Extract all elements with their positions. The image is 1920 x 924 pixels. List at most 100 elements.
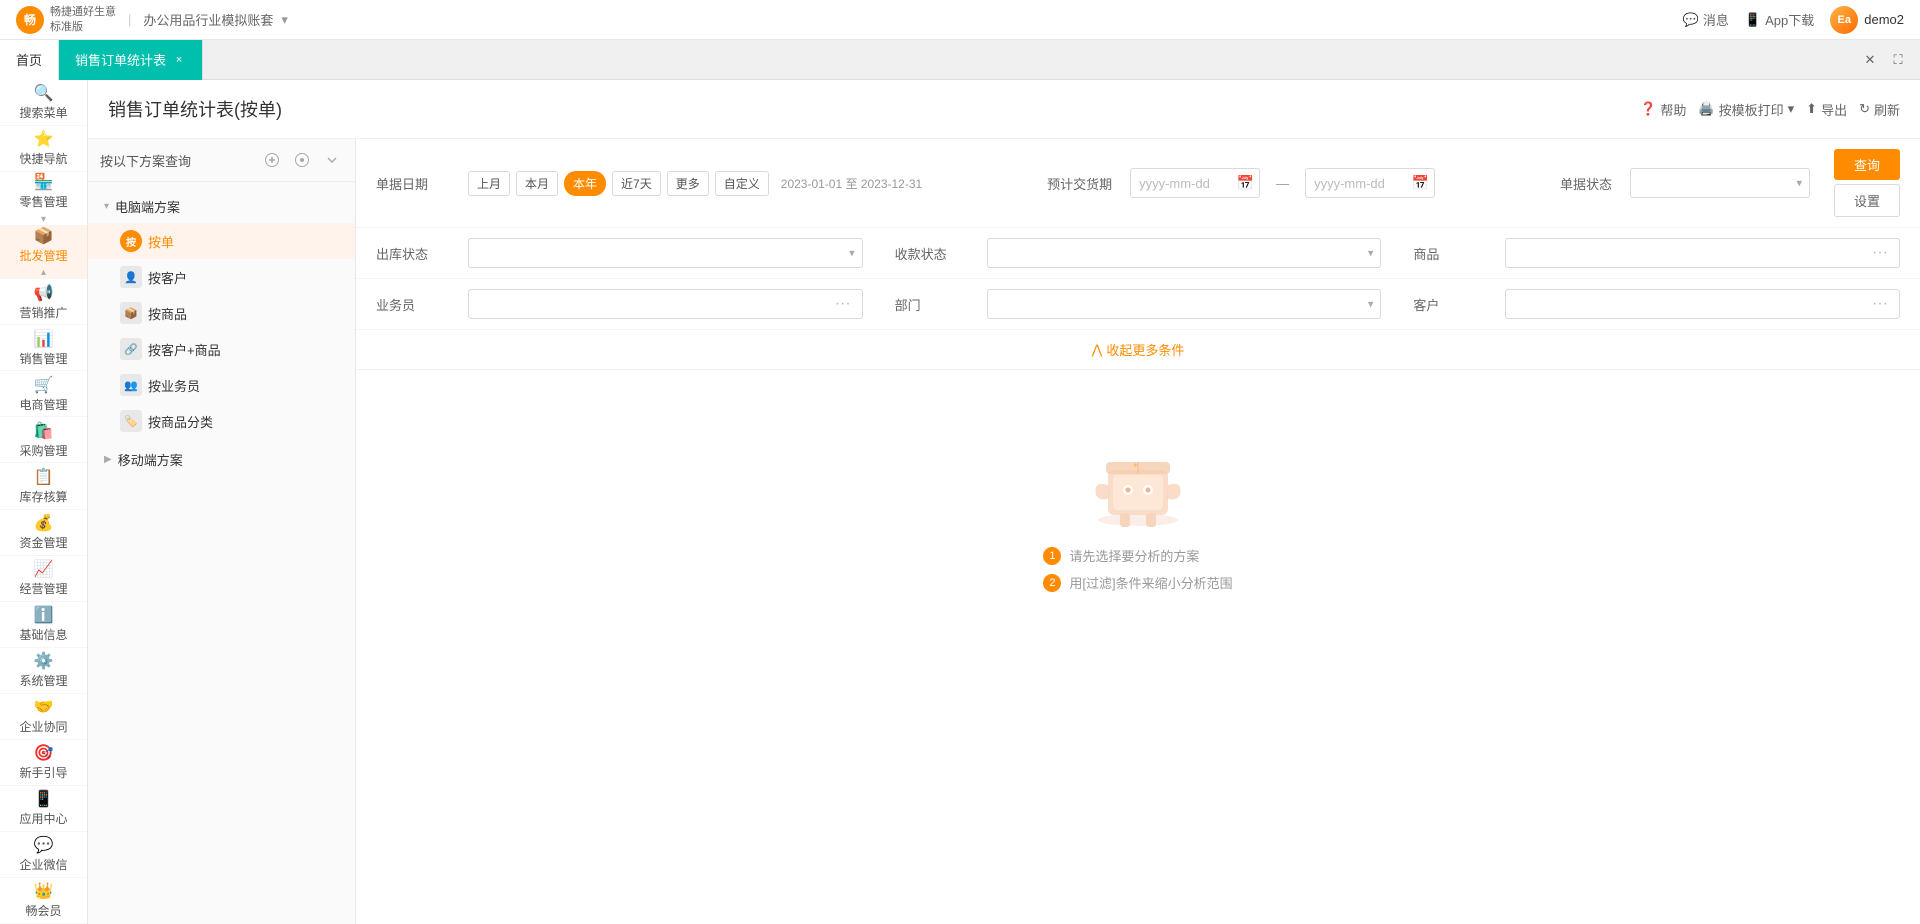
sidebar-item-newbie[interactable]: 🎯 新手引导 [0,740,87,786]
page-title: 销售订单统计表(按单) [108,96,282,138]
customer-more-icon[interactable]: ··· [1866,295,1894,313]
tree-item-by-staff[interactable]: 👥 按业务员 [88,367,355,403]
query-button[interactable]: 查询 [1834,149,1900,180]
sidebar-item-search[interactable]: 🔍 搜索菜单 [0,80,87,126]
last-month-btn[interactable]: 上月 [468,171,510,196]
member-icon: 👑 [34,881,54,901]
filter-rows-container: 单据日期 上月 本月 本年 近7天 更多 自定义 2023-01-01 至 20… [356,139,1920,370]
sidebar-item-enterprise[interactable]: 🤝 企业协同 [0,694,87,740]
staff-label: 业务员 [376,295,456,314]
newbie-icon: 🎯 [34,743,54,763]
tab-close-icon[interactable]: × [172,53,186,67]
topbar: 畅 畅捷通好生意 标准版 | 办公用品行业模拟账套 ▾ 💬 消息 📱 App下载… [0,0,1920,40]
product-input[interactable] [1505,238,1900,268]
tab-home[interactable]: 首页 [0,40,59,80]
delivery-date-end-wrap: 📅 [1305,168,1435,198]
staff-more-icon[interactable]: ··· [829,295,857,313]
empty-tip-1: 1 请先选择要分析的方案 [1043,546,1232,565]
order-status-select[interactable] [1630,168,1810,198]
mobile-group-label: 移动端方案 [118,450,183,469]
tree-expand-icon-mobile: ▶ [104,454,112,465]
collapse-icon [325,153,339,167]
collapse-panel-button[interactable] [321,149,343,171]
message-button[interactable]: 💬 消息 [1683,10,1729,29]
sales-mgmt-icon: 📊 [34,329,54,349]
sidebar-item-operations[interactable]: 📈 经营管理 [0,556,87,602]
customer-label: 客户 [1413,295,1493,314]
sidebar-item-ecom[interactable]: 🛒 电商管理 [0,371,87,417]
export-icon: ⬆ [1806,101,1817,117]
sidebar-item-sales-mgmt[interactable]: 📊 销售管理 [0,325,87,371]
sidebar-item-purchase[interactable]: 🛍️ 采购管理 [0,417,87,463]
tree-group-mobile[interactable]: ▶ 移动端方案 [88,443,355,476]
sidebar-item-inventory[interactable]: 📋 库存核算 [0,463,87,509]
empty-tips: 1 请先选择要分析的方案 2 用[过滤]条件来缩小分析范围 [1043,546,1232,592]
topbar-left: 畅 畅捷通好生意 标准版 | 办公用品行业模拟账套 ▾ [16,5,288,34]
tree-expand-icon: ▾ [104,201,109,212]
ship-status-select[interactable] [468,238,863,268]
last-7-days-btn[interactable]: 近7天 [612,171,661,196]
this-month-btn[interactable]: 本月 [516,171,558,196]
query-btn-group: 查询 设置 [1834,149,1900,217]
settings-button[interactable]: 设置 [1834,184,1900,217]
sidebar-item-system[interactable]: ⚙️ 系统管理 [0,648,87,694]
template-print-button[interactable]: 🖨️ 按模板打印 ▾ [1698,100,1794,119]
delivery-date-start-wrap: 📅 [1130,168,1260,198]
collapse-up-icon: ⋀ [1092,342,1103,358]
date-label: 单据日期 [376,174,456,193]
delivery-start-calendar-icon[interactable]: 📅 [1237,175,1254,192]
custom-date-btn[interactable]: 自定义 [715,171,769,196]
user-profile[interactable]: Ea demo2 [1830,6,1904,34]
ecom-icon: 🛒 [34,375,54,395]
sidebar-item-basic-info[interactable]: ℹ️ 基础信息 [0,602,87,648]
refresh-icon: ↻ [1859,101,1870,117]
customer-input[interactable] [1505,289,1900,319]
dept-select[interactable] [987,289,1382,319]
sidebar-item-retail[interactable]: 🏪 零售管理 ▾ [0,172,87,226]
app-download-button[interactable]: 📱 App下载 [1745,10,1814,29]
tree-item-by-order[interactable]: 按 按单 [88,223,355,259]
tabbar: 首页 销售订单统计表 × ✕ ⛶ [0,40,1920,80]
delivery-end-calendar-icon[interactable]: 📅 [1412,175,1429,192]
payment-status-select[interactable] [987,238,1382,268]
this-year-btn[interactable]: 本年 [564,171,606,196]
sidebar-item-app-center[interactable]: 📱 应用中心 [0,786,87,832]
sidebar-item-marketing[interactable]: 📢 营销推广 [0,279,87,325]
help-button[interactable]: ❓ 帮助 [1640,100,1686,119]
dept-select-wrap: ▾ [987,289,1382,319]
tab-sales-order-stats[interactable]: 销售订单统计表 × [59,40,203,80]
by-order-icon: 按 [120,230,142,252]
product-more-icon[interactable]: ··· [1866,244,1894,262]
window-close-button[interactable]: ✕ [1860,50,1880,70]
svg-text:✦: ✦ [1132,461,1139,470]
staff-input[interactable] [468,289,863,319]
wholesale-icon: 📦 [34,226,54,246]
search-icon: 🔍 [34,83,54,103]
sidebar-item-finance[interactable]: 💰 资金管理 [0,510,87,556]
more-date-btn[interactable]: 更多 [667,171,709,196]
tab-window-controls: ✕ ⛶ [1860,50,1920,70]
scheme-settings-button[interactable] [291,149,313,171]
tree-group-desktop[interactable]: ▾ 电脑端方案 [88,190,355,223]
payment-status-select-wrap: ▾ [987,238,1382,268]
content-area: 销售订单统计表(按单) ❓ 帮助 🖨️ 按模板打印 ▾ ⬆ 导出 ↻ 刷新 [88,80,1920,924]
tree-item-by-cust-prod[interactable]: 🔗 按客户+商品 [88,331,355,367]
sidebar-item-member[interactable]: 👑 畅会员 [0,878,87,924]
window-maximize-button[interactable]: ⛶ [1888,50,1908,70]
collapse-label: 收起更多条件 [1106,340,1184,359]
sidebar-item-wholesale[interactable]: 📦 批发管理 ▴ [0,226,87,280]
tree-item-by-product[interactable]: 📦 按商品 [88,295,355,331]
message-icon: 💬 [1683,12,1699,28]
refresh-button[interactable]: ↻ 刷新 [1859,100,1900,119]
sidebar-item-quick-nav[interactable]: ⭐ 快捷导航 [0,126,87,172]
tree-item-by-category[interactable]: 🏷️ 按商品分类 [88,403,355,439]
breadcrumb-arrow-icon: ▾ [281,12,288,28]
filter-row-2: 出库状态 ▾ 收款状态 ▾ [356,228,1920,279]
export-button[interactable]: ⬆ 导出 [1806,100,1847,119]
collapse-filters-bar[interactable]: ⋀ 收起更多条件 [356,330,1920,370]
add-scheme-button[interactable] [261,149,283,171]
product-label: 商品 [1413,244,1493,263]
right-content: 单据日期 上月 本月 本年 近7天 更多 自定义 2023-01-01 至 20… [356,139,1920,924]
sidebar-item-corp-wechat[interactable]: 💬 企业微信 [0,832,87,878]
tree-item-by-customer[interactable]: 👤 按客户 [88,259,355,295]
